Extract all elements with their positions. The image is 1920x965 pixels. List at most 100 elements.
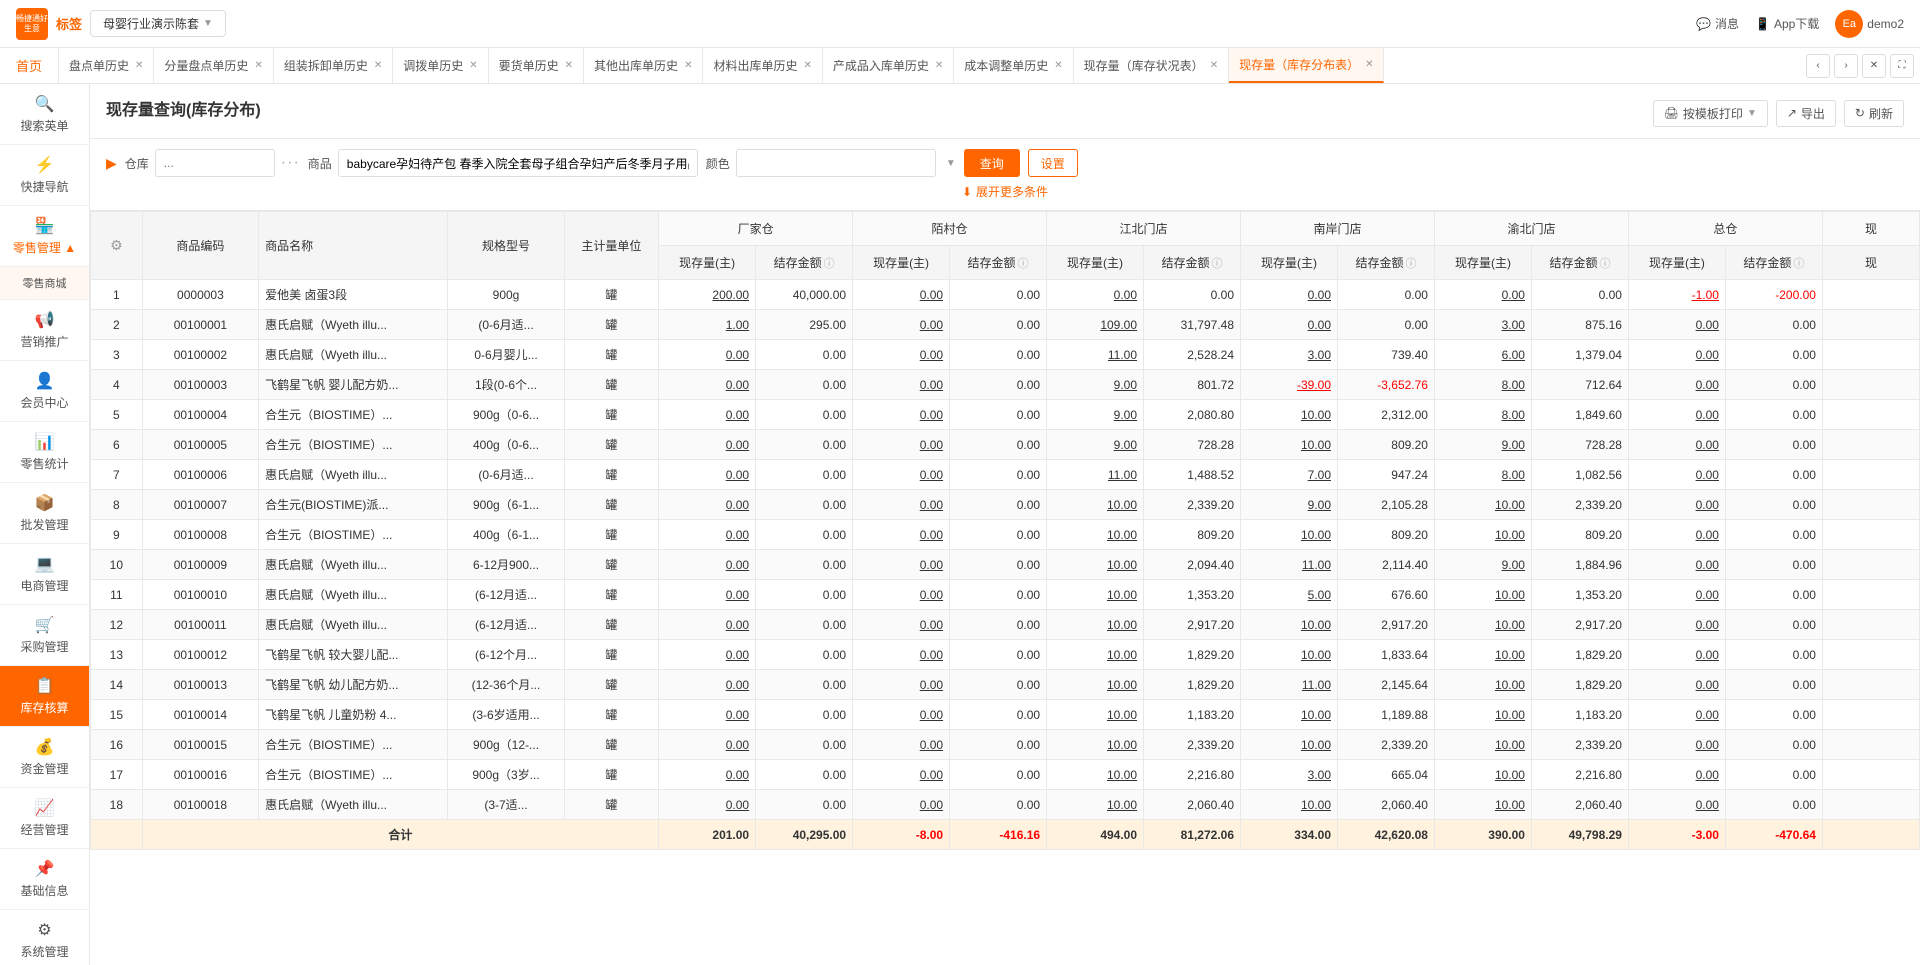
num-value[interactable]: 0.00 [1696,618,1719,632]
num-value[interactable]: 0.00 [1696,528,1719,542]
num-value[interactable]: 0.00 [726,468,749,482]
num-value[interactable]: 10.00 [1495,738,1525,752]
num-value[interactable]: 7.00 [1308,468,1331,482]
expand-conditions-btn[interactable]: ⬇ 展开更多条件 [106,183,1904,200]
num-value[interactable]: 11.00 [1302,558,1331,572]
num-value[interactable]: 0.00 [726,438,749,452]
tab-expand-btn[interactable]: ⛶ [1890,54,1914,78]
tab-6-close[interactable]: ✕ [684,60,692,71]
num-value[interactable]: 10.00 [1495,528,1525,542]
num-value[interactable]: 0.00 [1696,438,1719,452]
settings-icon[interactable]: ⚙ [110,237,123,253]
num-value[interactable]: 10.00 [1107,708,1137,722]
num-value[interactable]: 0.00 [1696,558,1719,572]
num-value[interactable]: 0.00 [1502,288,1525,302]
num-value[interactable]: 0.00 [920,588,943,602]
num-value[interactable]: 0.00 [726,618,749,632]
num-value[interactable]: 0.00 [726,558,749,572]
sidebar-item-retail-manage[interactable]: 🏪 零售管理 ▲ [0,206,89,267]
num-value[interactable]: 10.00 [1301,618,1331,632]
sidebar-item-operations[interactable]: 📈 经营管理 [0,788,89,849]
num-value[interactable]: 0.00 [920,798,943,812]
tab-7[interactable]: 材料出库单历史 ✕ [703,48,822,83]
sidebar-item-finance[interactable]: 💰 资金管理 [0,727,89,788]
num-value[interactable]: 9.00 [1114,378,1137,392]
num-value[interactable]: 10.00 [1495,678,1525,692]
num-value[interactable]: 10.00 [1107,798,1137,812]
num-value[interactable]: 10.00 [1107,768,1137,782]
num-value[interactable]: 0.00 [726,378,749,392]
num-value[interactable]: 10.00 [1301,738,1331,752]
tab-10[interactable]: 现存量（库存状况表） ✕ [1074,48,1229,83]
num-value[interactable]: 0.00 [920,678,943,692]
num-value[interactable]: 10.00 [1495,618,1525,632]
num-value[interactable]: 0.00 [726,648,749,662]
num-value[interactable]: 11.00 [1302,678,1331,692]
num-value[interactable]: 9.00 [1502,438,1525,452]
num-value[interactable]: 10.00 [1495,768,1525,782]
sidebar-item-basic[interactable]: 📌 基础信息 [0,849,89,910]
num-value[interactable]: 10.00 [1107,648,1137,662]
tab-8-close[interactable]: ✕ [935,60,943,71]
table-container[interactable]: ⚙ 商品编码 商品名称 规格型号 主计量单位 厂家仓 陌村仓 江北门店 南岸门店… [90,211,1920,965]
num-value[interactable]: 0.00 [920,648,943,662]
w3-amt-info-icon[interactable]: ⓘ [1212,258,1223,270]
num-value[interactable]: 0.00 [1696,678,1719,692]
refresh-btn[interactable]: ↻ 刷新 [1844,100,1904,127]
sidebar-item-purchase[interactable]: 🛒 采购管理 [0,605,89,666]
num-value[interactable]: 0.00 [920,708,943,722]
nav-selector[interactable]: 母婴行业演示陈套 ▼ [90,10,226,37]
num-value[interactable]: 10.00 [1495,708,1525,722]
num-value[interactable]: 10.00 [1301,798,1331,812]
num-value[interactable]: 9.00 [1114,408,1137,422]
num-value[interactable]: 0.00 [726,588,749,602]
num-value[interactable]: 10.00 [1301,528,1331,542]
num-value[interactable]: 8.00 [1502,408,1525,422]
num-value[interactable]: 0.00 [1696,318,1719,332]
sidebar-item-ecommerce[interactable]: 💻 电商管理 [0,544,89,605]
num-value[interactable]: 9.00 [1502,558,1525,572]
num-value[interactable]: 0.00 [920,438,943,452]
tab-5-close[interactable]: ✕ [565,60,573,71]
tab-11-close[interactable]: ✕ [1365,59,1373,70]
num-value[interactable]: 5.00 [1308,588,1331,602]
sidebar-item-retail-stats[interactable]: 📊 零售统计 [0,422,89,483]
tab-11[interactable]: 现存量（库存分布表） ✕ [1229,48,1384,83]
warehouse-input[interactable] [155,149,275,177]
w1-amt-info-icon[interactable]: ⓘ [824,258,835,270]
num-value[interactable]: 1.00 [726,318,749,332]
tab-10-close[interactable]: ✕ [1210,60,1218,71]
tab-8[interactable]: 产成品入库单历史 ✕ [823,48,954,83]
w2-amt-info-icon[interactable]: ⓘ [1018,258,1029,270]
num-value[interactable]: 10.00 [1301,708,1331,722]
num-value[interactable]: 0.00 [726,498,749,512]
sidebar-item-search[interactable]: 🔍 搜索英单 [0,84,89,145]
num-value[interactable]: 9.00 [1114,438,1137,452]
num-value[interactable]: 0.00 [1696,378,1719,392]
num-value[interactable]: 0.00 [726,408,749,422]
sidebar-item-inventory[interactable]: 📋 库存核算 [0,666,89,727]
num-value[interactable]: 0.00 [726,708,749,722]
tab-2[interactable]: 分量盘点单历史 ✕ [154,48,273,83]
num-value[interactable]: 0.00 [1696,468,1719,482]
sidebar-item-wholesale[interactable]: 📦 批发管理 [0,483,89,544]
num-value[interactable]: 0.00 [920,408,943,422]
num-value[interactable]: 0.00 [1696,648,1719,662]
num-value[interactable]: 10.00 [1495,798,1525,812]
num-value[interactable]: 0.00 [920,378,943,392]
tab-9-close[interactable]: ✕ [1054,60,1062,71]
tab-3[interactable]: 组装拆卸单历史 ✕ [274,48,393,83]
tab-5[interactable]: 要货单历史 ✕ [489,48,584,83]
message-btn[interactable]: 💬 消息 [1696,15,1739,32]
num-value[interactable]: 8.00 [1502,378,1525,392]
setting-button[interactable]: 设置 [1028,149,1078,177]
num-value[interactable]: 0.00 [726,798,749,812]
num-value[interactable]: 3.00 [1308,348,1331,362]
w5-amt-info-icon[interactable]: ⓘ [1599,258,1610,270]
num-value[interactable]: 0.00 [920,498,943,512]
goods-input[interactable] [338,149,698,177]
query-button[interactable]: 查询 [964,149,1020,177]
num-value[interactable]: 11.00 [1108,348,1137,362]
num-value[interactable]: 0.00 [920,768,943,782]
tab-7-close[interactable]: ✕ [803,60,811,71]
